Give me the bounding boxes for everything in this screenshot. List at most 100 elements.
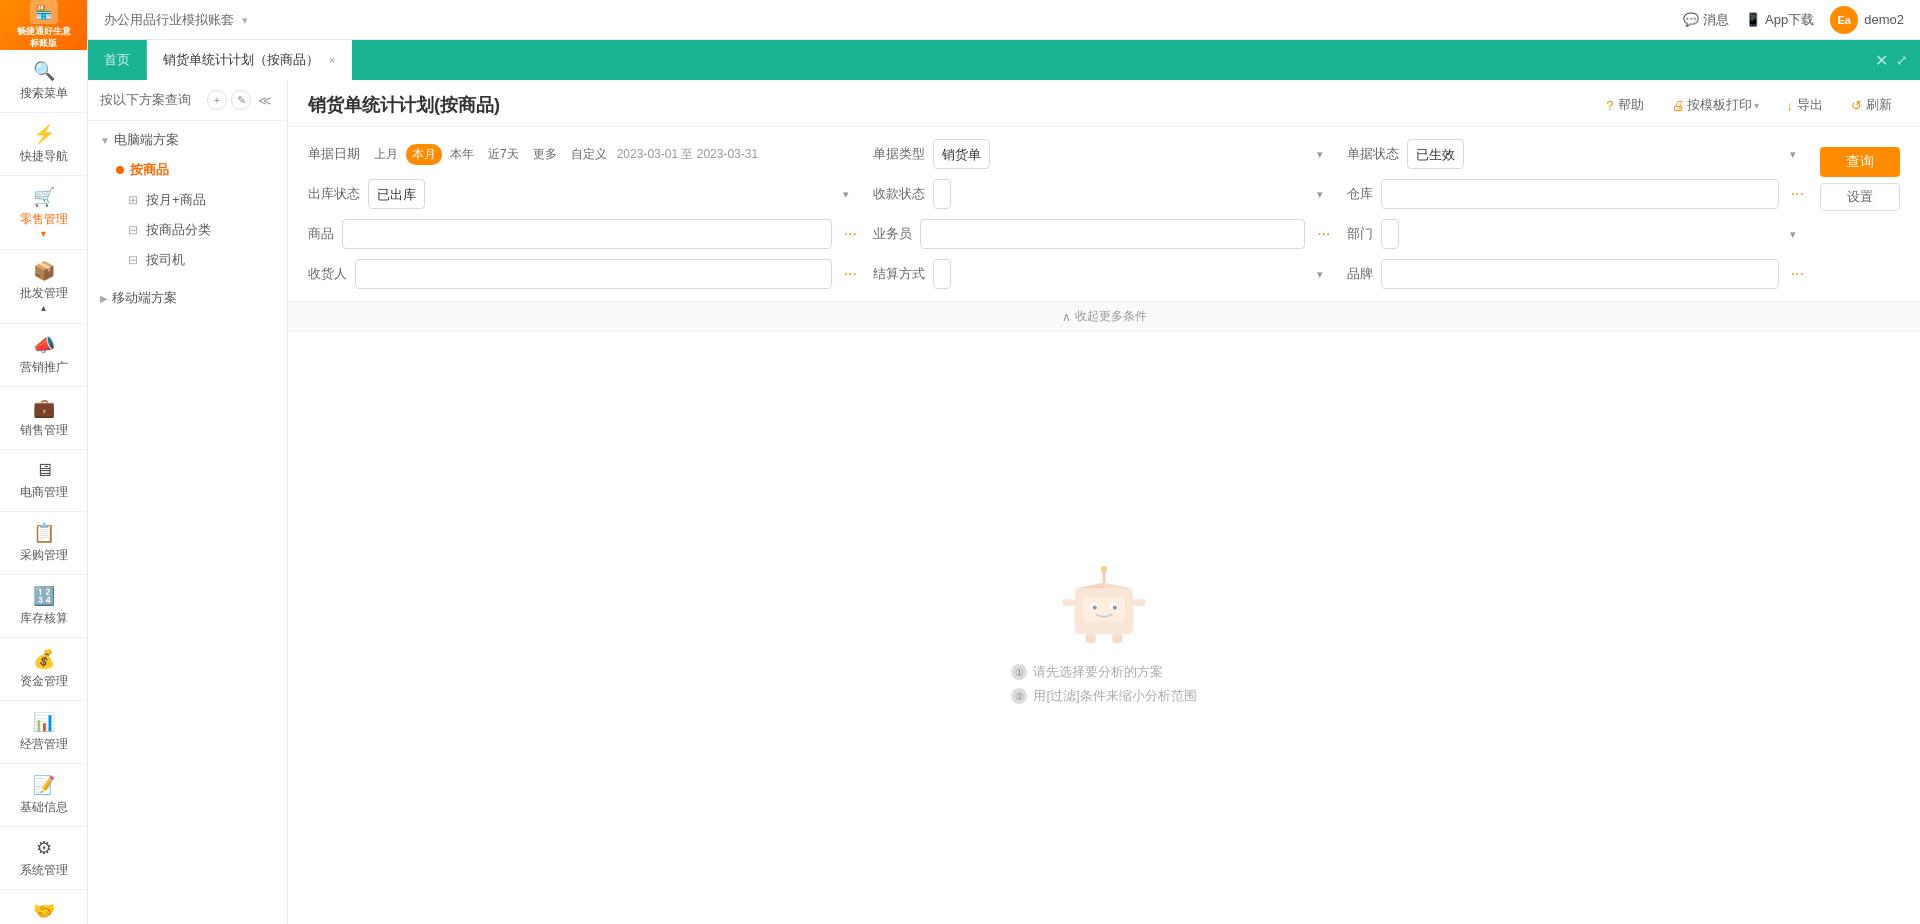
tree-node-desktop[interactable]: ▼ 电脑端方案 [88, 125, 287, 155]
sidebar-item-operation[interactable]: 📊 经营管理 [0, 701, 88, 764]
message-action[interactable]: 💬 消息 [1683, 11, 1729, 29]
out-status-select[interactable]: 已出库 [368, 179, 425, 209]
brand-dots[interactable]: ··· [1791, 265, 1804, 283]
tree-node-by-product-category[interactable]: ⊟ 按商品分类 [88, 215, 287, 245]
tree-expand-icon: ▼ [100, 135, 110, 146]
app-name: 畅捷通好生意 [17, 26, 71, 37]
settlement-select[interactable] [933, 259, 951, 289]
sidebar-item-sales[interactable]: 💼 销售管理 [0, 387, 88, 450]
help-icon: ? [1606, 98, 1613, 113]
tab-active[interactable]: 销货单统计计划（按商品） × [147, 40, 352, 80]
app-logo[interactable]: 🏪 畅捷通好生意 标账版 [0, 0, 88, 50]
tree-node-mobile[interactable]: ▶ 移动端方案 [88, 283, 287, 313]
doc-status-select[interactable]: 已生效 [1407, 139, 1464, 169]
plus-icon: + [214, 94, 220, 106]
refresh-button[interactable]: ↺ 刷新 [1843, 92, 1900, 118]
filter-salesperson-field: 业务员 ··· [873, 219, 1331, 249]
message-icon: 💬 [1683, 12, 1699, 27]
pay-status-select[interactable] [933, 179, 951, 209]
receiver-dots[interactable]: ··· [844, 265, 857, 283]
tip1-text: 请先选择要分析的方案 [1033, 663, 1163, 681]
salesperson-input[interactable] [920, 219, 1305, 249]
system-icon: ⚙ [36, 837, 52, 859]
settings-button[interactable]: 设置 [1820, 183, 1900, 211]
date-tab-7days[interactable]: 近7天 [482, 144, 525, 165]
right-panel: 销货单统计计划(按商品) ? 帮助 🖨 按模板打印 ▾ ↓ 导出 [288, 80, 1920, 924]
sidebar-item-wholesale[interactable]: 📦 批发管理 ▴ [0, 250, 88, 324]
window-close-icon[interactable]: ✕ [1875, 51, 1888, 70]
tab-home[interactable]: 首页 [88, 40, 147, 80]
active-indicator [116, 166, 124, 174]
app-download-action[interactable]: 📱 App下载 [1745, 11, 1814, 29]
product-dots[interactable]: ··· [844, 225, 857, 243]
tree-node-by-product[interactable]: 按商品 [88, 155, 287, 185]
sidebar-item-sales-label: 销售管理 [20, 422, 68, 439]
warehouse-dots[interactable]: ··· [1791, 185, 1804, 203]
logo-icon: 🏪 [30, 0, 58, 24]
doc-type-select-wrapper: 销货单 [933, 139, 1331, 169]
sidebar-item-retail[interactable]: 🛒 零售管理 ▾ [0, 176, 88, 250]
tree-node-by-cashier[interactable]: ⊟ 按司机 [88, 245, 287, 275]
sidebar-item-finance[interactable]: 💰 资金管理 [0, 638, 88, 701]
add-scheme-button[interactable]: + [207, 90, 227, 110]
template-print-button[interactable]: 🖨 按模板打印 ▾ [1664, 92, 1767, 118]
sidebar-item-basic-label: 基础信息 [20, 799, 68, 816]
cooperation-icon: 🤝 [33, 900, 55, 922]
user-name: demo2 [1864, 12, 1904, 27]
date-tab-this-year[interactable]: 本年 [444, 144, 480, 165]
sidebar-item-inventory[interactable]: 🔢 库存核算 [0, 575, 88, 638]
topbar-actions: 💬 消息 📱 App下载 Ea demo2 [1683, 6, 1904, 34]
dept-select-wrapper [1381, 219, 1805, 249]
collapse-bar[interactable]: ∧ 收起更多条件 [288, 302, 1920, 332]
date-tab-last-month[interactable]: 上月 [368, 144, 404, 165]
export-button[interactable]: ↓ 导出 [1779, 92, 1832, 118]
search-button[interactable]: 查询 [1820, 147, 1900, 177]
salesperson-dots[interactable]: ··· [1317, 225, 1330, 243]
warehouse-input[interactable] [1381, 179, 1779, 209]
export-label: 导出 [1797, 96, 1823, 114]
sidebar-item-cooperation[interactable]: 🤝 企业协同 [0, 890, 88, 924]
help-label: 帮助 [1618, 96, 1644, 114]
department-select[interactable] [1381, 219, 1399, 249]
settlement-label: 结算方式 [873, 265, 925, 283]
product-input[interactable] [342, 219, 832, 249]
sidebar-item-marketing[interactable]: 📣 营销推广 [0, 324, 88, 387]
tree-node-by-month-product[interactable]: ⊞ 按月+商品 [88, 185, 287, 215]
app-subtitle: 标账版 [30, 37, 57, 50]
sidebar-item-shortcut[interactable]: ⚡ 快捷导航 [0, 113, 88, 176]
inventory-icon: 🔢 [33, 585, 55, 607]
window-maximize-icon[interactable]: ⤢ [1896, 52, 1908, 68]
svg-marker-1 [1075, 583, 1104, 589]
date-tab-this-month[interactable]: 本月 [406, 144, 442, 165]
user-action[interactable]: Ea demo2 [1830, 6, 1904, 34]
sidebar-item-finance-label: 资金管理 [20, 673, 68, 690]
ecommerce-icon: 🖥 [35, 460, 53, 481]
warehouse-label: 仓库 [1347, 185, 1373, 203]
help-button[interactable]: ? 帮助 [1598, 92, 1651, 118]
sidebar-item-ecommerce-label: 电商管理 [20, 484, 68, 501]
sidebar-item-purchase[interactable]: 📋 采购管理 [0, 512, 88, 575]
sidebar-item-system[interactable]: ⚙ 系统管理 [0, 827, 88, 890]
export-icon: ↓ [1787, 98, 1794, 113]
empty-illustration [1054, 551, 1154, 651]
sidebar-item-ecommerce[interactable]: 🖥 电商管理 [0, 450, 88, 512]
date-tab-custom[interactable]: 自定义 [565, 144, 613, 165]
tree-section-mobile: ▶ 移动端方案 [88, 279, 287, 317]
message-label: 消息 [1703, 11, 1729, 29]
filter-row-2: 出库状态 已出库 收款状态 [308, 179, 1804, 209]
date-tabs: 上月 本月 本年 近7天 更多 自定义 [368, 144, 613, 165]
topbar: 办公用品行业模拟账套 ▾ 💬 消息 📱 App下载 Ea demo2 [88, 0, 1920, 40]
tab-close-icon[interactable]: × [329, 54, 335, 66]
brand-input[interactable] [1381, 259, 1779, 289]
phone-icon: 📱 [1745, 12, 1761, 27]
sidebar-item-search[interactable]: 🔍 搜索菜单 [0, 50, 88, 113]
date-tab-more[interactable]: 更多 [527, 144, 563, 165]
sidebar-item-basic[interactable]: 📝 基础信息 [0, 764, 88, 827]
receiver-input[interactable] [355, 259, 832, 289]
tree-cashier-icon: ⊟ [128, 253, 138, 267]
collapse-panel-button[interactable]: ≪ [255, 90, 275, 110]
filter-row-1: 单据日期 上月 本月 本年 近7天 更多 自定义 [308, 139, 1804, 169]
edit-scheme-button[interactable]: ✎ [231, 90, 251, 110]
page-title: 销货单统计计划(按商品) [308, 93, 500, 117]
doc-type-select[interactable]: 销货单 [933, 139, 990, 169]
